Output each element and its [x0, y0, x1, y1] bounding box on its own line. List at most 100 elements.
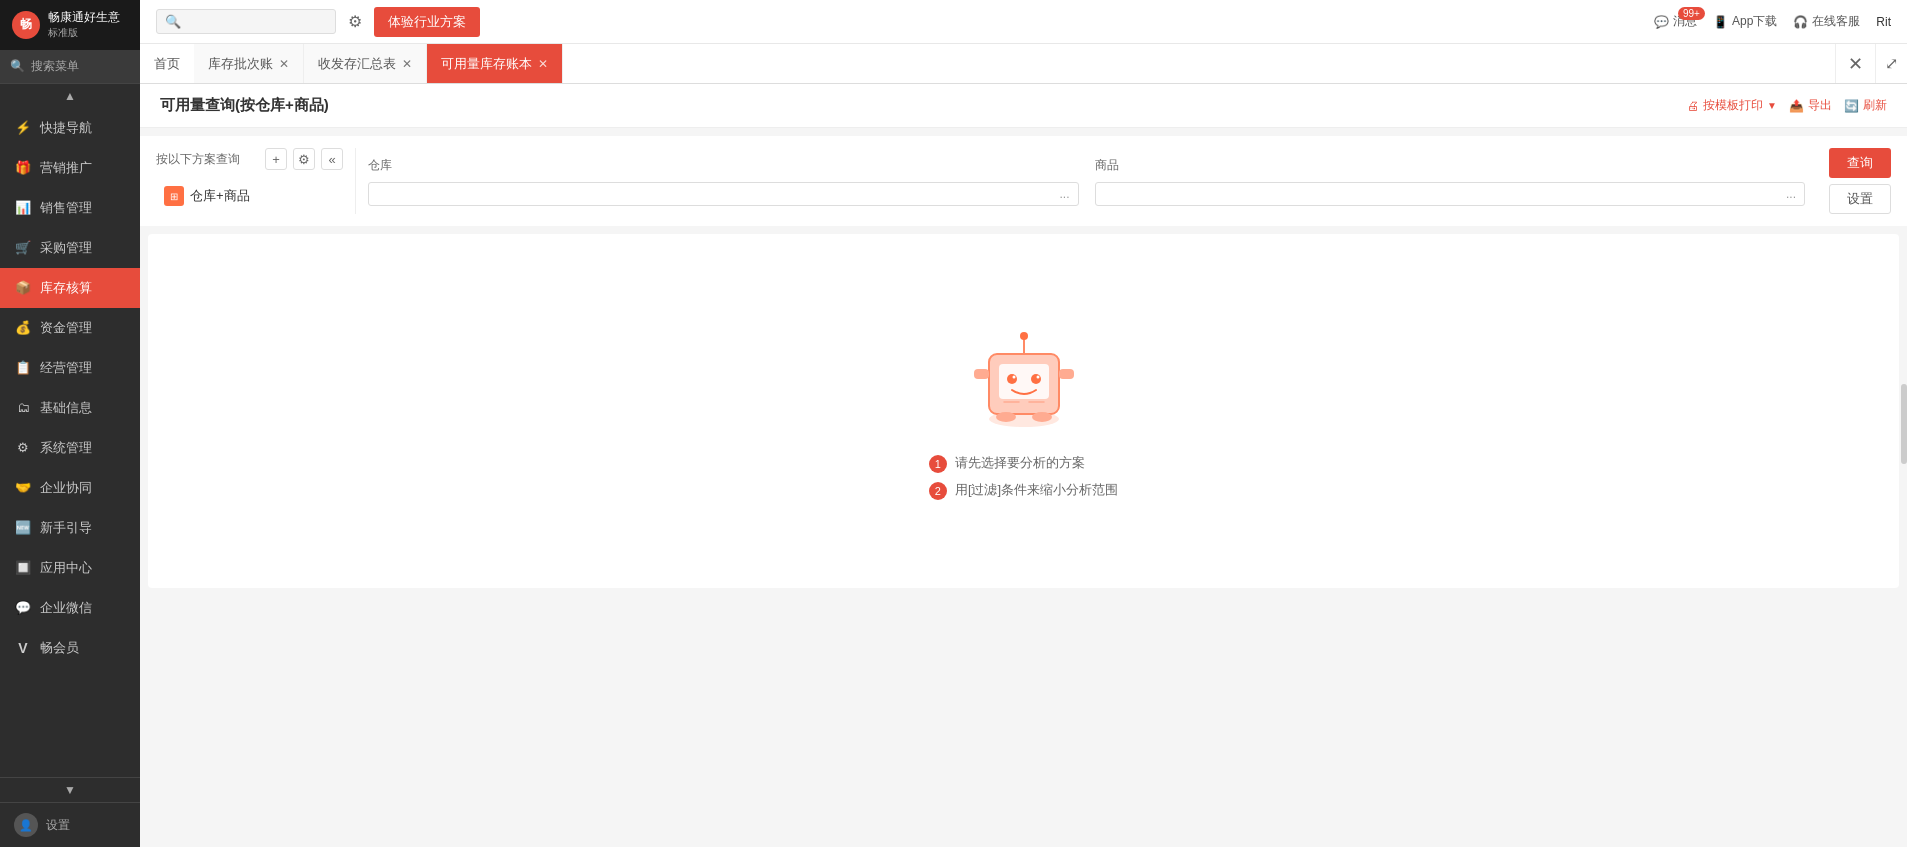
sidebar-item-guide[interactable]: 🆕 新手引导 [0, 508, 140, 548]
online-service-button[interactable]: 🎧 在线客服 [1793, 13, 1860, 30]
svg-point-6 [1012, 376, 1015, 379]
tab-batch-account-label: 库存批次账 [208, 55, 273, 73]
user-info[interactable]: Rit [1876, 15, 1891, 29]
sidebar-footer-label: 设置 [46, 817, 70, 834]
tab-available-qty[interactable]: 可用量库存账本 ✕ [427, 44, 563, 83]
tab-available-qty-label: 可用量库存账本 [441, 55, 532, 73]
print-dropdown-icon[interactable]: ▼ [1767, 100, 1777, 111]
filter-actions: 查询 设置 [1821, 148, 1891, 214]
search-icon: 🔍 [10, 59, 25, 73]
tab-close-icon[interactable]: ✕ [402, 57, 412, 71]
chevron-down-icon: ▼ [64, 783, 76, 797]
sidebar-item-wechat[interactable]: 💬 企业微信 [0, 588, 140, 628]
sidebar-item-inventory[interactable]: 📦 库存核算 [0, 268, 140, 308]
sidebar-brand-subtitle: 标准版 [48, 26, 120, 40]
scheme-item-warehouse-product[interactable]: ⊞ 仓库+商品 [156, 180, 343, 212]
industry-solution-button[interactable]: 体验行业方案 [374, 7, 480, 37]
warehouse-more-button[interactable]: ... [1059, 187, 1069, 201]
sidebar-item-sales[interactable]: 📊 销售管理 [0, 188, 140, 228]
print-icon: 🖨 [1687, 99, 1699, 113]
sidebar-item-label: 企业协同 [40, 479, 92, 497]
warehouse-filter-input[interactable] [377, 187, 1059, 201]
sidebar: 畅 畅康通好生意 标准版 🔍 搜索菜单 ▲ ⚡ 快捷导航 🎁 营销推广 📊 销售… [0, 0, 140, 847]
tab-close-icon[interactable]: ✕ [279, 57, 289, 71]
tab-home[interactable]: 首页 [140, 44, 194, 83]
topbar-gear-icon[interactable]: ⚙ [344, 8, 366, 35]
tab-close-icon[interactable]: ✕ [538, 57, 548, 71]
sidebar-item-vip[interactable]: V 畅会员 [0, 628, 140, 668]
sidebar-item-label: 新手引导 [40, 519, 92, 537]
wechat-icon: 💬 [14, 599, 32, 617]
filter-scheme-panel: 按以下方案查询 + ⚙ « ⊞ 仓库+商品 [156, 148, 356, 214]
main-content: 🔍 ⚙ 体验行业方案 💬 消息 99+ 📱 App下载 🎧 在线客服 Rit [140, 0, 1907, 847]
chevron-up-icon: ▲ [64, 89, 76, 103]
warehouse-filter-label: 仓库 [368, 157, 1079, 174]
product-filter-input[interactable] [1104, 187, 1786, 201]
filter-scheme-buttons: + ⚙ « [265, 148, 343, 170]
settings-button[interactable]: 设置 [1829, 184, 1891, 214]
refresh-button[interactable]: 🔄 刷新 [1844, 97, 1887, 114]
topbar: 🔍 ⚙ 体验行业方案 💬 消息 99+ 📱 App下载 🎧 在线客服 Rit [140, 0, 1907, 44]
sidebar-scroll-down[interactable]: ▼ [0, 777, 140, 802]
sidebar-brand-name: 畅康通好生意 [48, 10, 120, 26]
scheme-item-label: 仓库+商品 [190, 187, 250, 205]
app-download-button[interactable]: 📱 App下载 [1713, 13, 1777, 30]
tab-receipt-summary[interactable]: 收发存汇总表 ✕ [304, 44, 427, 83]
svg-point-4 [1007, 374, 1017, 384]
empty-illustration [964, 314, 1084, 434]
sidebar-item-enterprise[interactable]: 🤝 企业协同 [0, 468, 140, 508]
sidebar-item-label: 经营管理 [40, 359, 92, 377]
sidebar-item-marketing[interactable]: 🎁 营销推广 [0, 148, 140, 188]
tab-batch-account[interactable]: 库存批次账 ✕ [194, 44, 304, 83]
page-actions: 🖨 按模板打印 ▼ 📤 导出 🔄 刷新 [1687, 97, 1887, 114]
sidebar-item-finance[interactable]: 💰 资金管理 [0, 308, 140, 348]
collapse-scheme-button[interactable]: « [321, 148, 343, 170]
sidebar-footer-user[interactable]: 👤 设置 [0, 802, 140, 847]
basic-info-icon: 🗂 [14, 399, 32, 417]
sidebar-item-purchase[interactable]: 🛒 采购管理 [0, 228, 140, 268]
expand-icon: ⤢ [1885, 54, 1898, 73]
headset-icon: 🎧 [1793, 15, 1808, 29]
filter-scheme-title: 按以下方案查询 [156, 151, 240, 168]
add-scheme-button[interactable]: + [265, 148, 287, 170]
sidebar-item-quick-nav[interactable]: ⚡ 快捷导航 [0, 108, 140, 148]
quick-nav-icon: ⚡ [14, 119, 32, 137]
sidebar-item-label: 销售管理 [40, 199, 92, 217]
topbar-search-input[interactable] [185, 15, 327, 29]
sidebar-item-app-center[interactable]: 🔲 应用中心 [0, 548, 140, 588]
sidebar-scroll-up[interactable]: ▲ [0, 83, 140, 108]
query-button[interactable]: 查询 [1829, 148, 1891, 178]
svg-point-12 [996, 412, 1016, 422]
sales-icon: 📊 [14, 199, 32, 217]
operations-icon: 📋 [14, 359, 32, 377]
topbar-search-area[interactable]: 🔍 [156, 9, 336, 34]
sidebar-item-system[interactable]: ⚙ 系统管理 [0, 428, 140, 468]
refresh-label: 刷新 [1863, 97, 1887, 114]
product-filter-label: 商品 [1095, 157, 1806, 174]
message-button[interactable]: 💬 消息 99+ [1654, 13, 1697, 30]
warehouse-filter-input-wrap: ... [368, 182, 1079, 206]
sidebar-item-label: 企业微信 [40, 599, 92, 617]
message-badge: 99+ [1678, 7, 1705, 20]
sidebar-item-label: 资金管理 [40, 319, 92, 337]
product-filter-input-wrap: ... [1095, 182, 1806, 206]
system-icon: ⚙ [14, 439, 32, 457]
enterprise-icon: 🤝 [14, 479, 32, 497]
print-button[interactable]: 🖨 按模板打印 ▼ [1687, 97, 1777, 114]
sidebar-item-label: 系统管理 [40, 439, 92, 457]
sidebar-search[interactable]: 🔍 搜索菜单 [0, 50, 140, 83]
right-scrollbar[interactable] [1901, 384, 1907, 464]
empty-tip-1-text: 请先选择要分析的方案 [955, 454, 1085, 472]
export-button[interactable]: 📤 导出 [1789, 97, 1832, 114]
settings-scheme-button[interactable]: ⚙ [293, 148, 315, 170]
sidebar-search-label: 搜索菜单 [31, 58, 79, 75]
filter-group-product: 商品 ... [1095, 157, 1806, 206]
export-label: 导出 [1808, 97, 1832, 114]
sidebar-item-operations[interactable]: 📋 经营管理 [0, 348, 140, 388]
svg-rect-10 [974, 369, 989, 379]
tabs-expand-button[interactable]: ⤢ [1875, 44, 1907, 83]
product-more-button[interactable]: ... [1786, 187, 1796, 201]
filter-area: 按以下方案查询 + ⚙ « ⊞ 仓库+商品 [140, 136, 1907, 226]
tabs-close-all-button[interactable]: ✕ [1835, 44, 1875, 83]
sidebar-item-basic-info[interactable]: 🗂 基础信息 [0, 388, 140, 428]
